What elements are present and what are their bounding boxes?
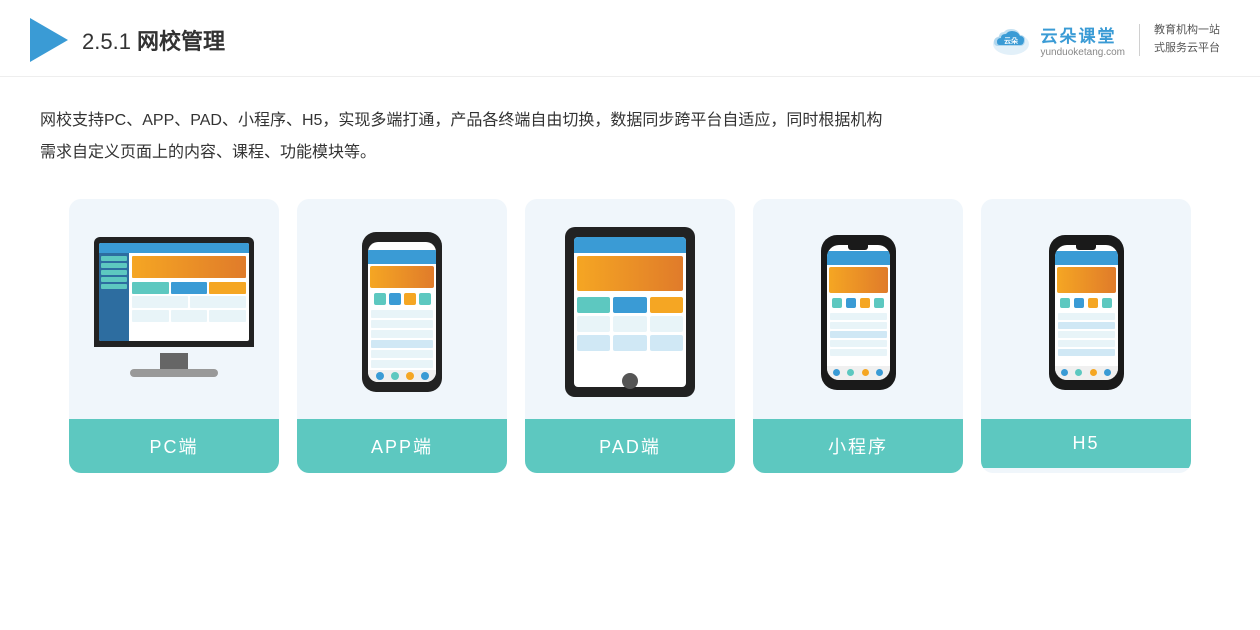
- card-miniprogram-label: 小程序: [753, 419, 963, 473]
- cloud-logo-icon: 云朵: [990, 22, 1032, 58]
- logo-triangle-icon: [30, 18, 68, 62]
- brand-name: 云朵课堂: [1040, 22, 1116, 47]
- mini-phone-screen: [827, 245, 890, 380]
- card-h5: H5: [981, 199, 1191, 473]
- app-image-area: [297, 199, 507, 419]
- card-miniprogram: 小程序: [753, 199, 963, 473]
- h5-phone-screen: [1055, 245, 1118, 380]
- tablet-home-btn: [622, 373, 638, 389]
- brand-area: 云朵 云朵课堂 yunduoketang.com 教育机构一站 式服务云平台: [990, 22, 1220, 58]
- mini-phone-outer: [821, 235, 896, 390]
- brand-divider: [1139, 24, 1140, 56]
- brand-url: yunduoketang.com: [1040, 47, 1125, 58]
- page-title: 2.5.1 网校管理: [82, 24, 225, 56]
- card-h5-label: H5: [981, 419, 1191, 468]
- card-app-label: APP端: [297, 419, 507, 473]
- miniprogram-phone-icon: [821, 235, 896, 390]
- brand-slogan: 教育机构一站 式服务云平台: [1154, 22, 1220, 57]
- tablet-screen: [574, 237, 686, 387]
- svg-text:云朵: 云朵: [1004, 36, 1019, 45]
- tablet-outer: [565, 227, 695, 397]
- page-container: 2.5.1 网校管理 云朵 云朵课堂 yunduoketang.com 教育机构…: [0, 0, 1260, 630]
- card-pad-label: PAD端: [525, 419, 735, 473]
- card-pc: PC端: [69, 199, 279, 473]
- phone-notch: [390, 232, 414, 238]
- description-block: 网校支持PC、APP、PAD、小程序、H5，实现多端打通，产品各终端自由切换，数…: [0, 77, 1260, 179]
- h5-phone-icon: [1049, 235, 1124, 390]
- mini-phone-notch: [848, 245, 868, 250]
- pc-device-icon: [89, 237, 259, 387]
- h5-image-area: [981, 199, 1191, 419]
- card-pad: PAD端: [525, 199, 735, 473]
- phone-outer: [362, 232, 442, 392]
- header: 2.5.1 网校管理 云朵 云朵课堂 yunduoketang.com 教育机构…: [0, 0, 1260, 77]
- description-line2: 需求自定义页面上的内容、课程、功能模块等。: [40, 137, 1220, 169]
- miniprogram-image-area: [753, 199, 963, 419]
- pad-tablet-icon: [565, 227, 695, 397]
- header-left: 2.5.1 网校管理: [30, 18, 225, 62]
- pad-image-area: [525, 199, 735, 419]
- app-phone-icon: [362, 232, 442, 392]
- card-pc-label: PC端: [69, 419, 279, 473]
- pc-screen: [99, 243, 249, 341]
- phone-screen: [368, 242, 436, 382]
- card-app: APP端: [297, 199, 507, 473]
- pc-monitor: [94, 237, 254, 347]
- pc-image-area: [69, 199, 279, 419]
- h5-phone-notch: [1076, 245, 1096, 250]
- brand-info: 云朵课堂 yunduoketang.com: [1040, 22, 1125, 58]
- h5-phone-outer: [1049, 235, 1124, 390]
- description-line1: 网校支持PC、APP、PAD、小程序、H5，实现多端打通，产品各终端自由切换，数…: [40, 105, 1220, 137]
- device-cards-section: PC端: [0, 179, 1260, 493]
